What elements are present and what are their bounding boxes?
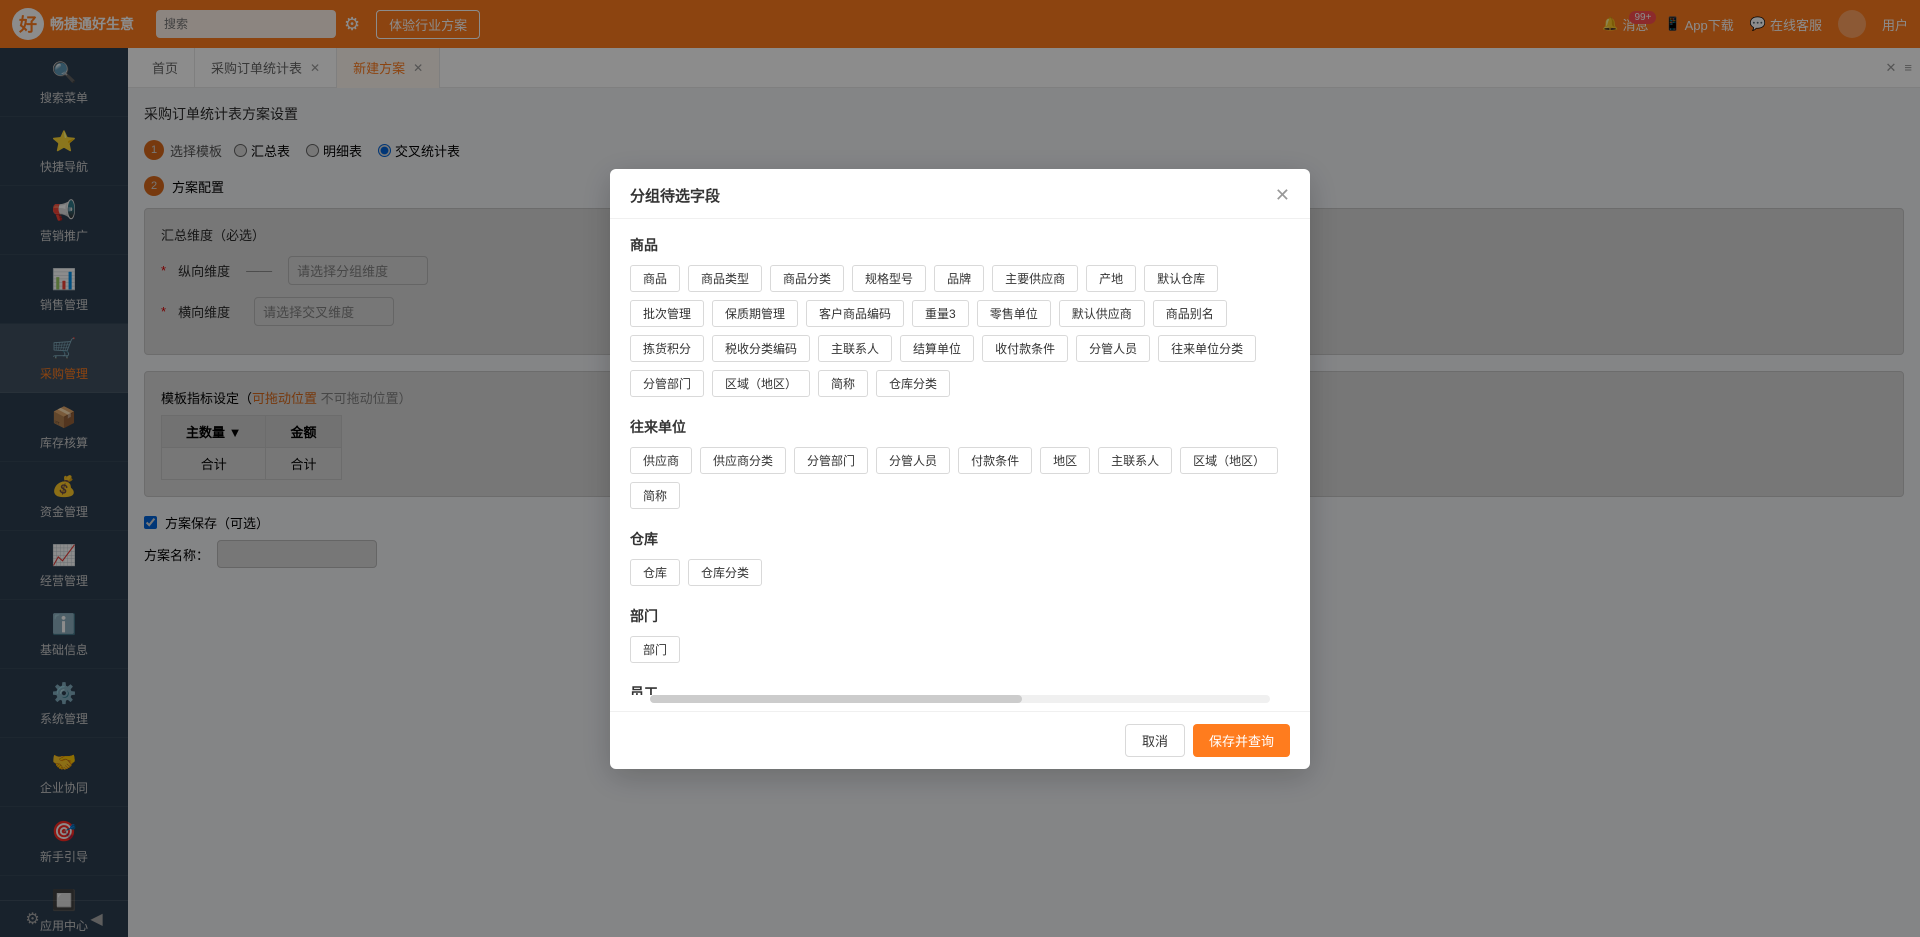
field-tag-0-10[interactable]: 客户商品编码 bbox=[806, 300, 904, 327]
field-tag-0-6[interactable]: 产地 bbox=[1086, 265, 1136, 292]
field-group-title-4: 员工 bbox=[630, 683, 1290, 695]
field-tags-1: 供应商供应商分类分管部门分管人员付款条件地区主联系人区域（地区） 简称 bbox=[630, 447, 1290, 509]
dialog-title: 分组待选字段 bbox=[630, 185, 720, 206]
field-tag-1-0[interactable]: 供应商 bbox=[630, 447, 692, 474]
field-tag-0-3[interactable]: 规格型号 bbox=[852, 265, 926, 292]
field-tag-0-4[interactable]: 品牌 bbox=[934, 265, 984, 292]
field-tag-0-1[interactable]: 商品类型 bbox=[688, 265, 762, 292]
field-tag-0-17[interactable]: 主联系人 bbox=[818, 335, 892, 362]
field-group-0: 商品商品商品类型商品分类规格型号品牌主要供应商产地默认仓库批次管理保质期管理客户… bbox=[630, 235, 1290, 397]
field-tag-2-1[interactable]: 仓库分类 bbox=[688, 559, 762, 586]
dialog-header: 分组待选字段 ✕ bbox=[610, 169, 1310, 219]
field-tag-0-22[interactable]: 分管部门 bbox=[630, 370, 704, 397]
field-tags-0: 商品商品类型商品分类规格型号品牌主要供应商产地默认仓库批次管理保质期管理客户商品… bbox=[630, 265, 1290, 397]
field-tag-0-14[interactable]: 商品别名 bbox=[1153, 300, 1227, 327]
confirm-button[interactable]: 保存并查询 bbox=[1193, 724, 1290, 757]
field-tag-1-3[interactable]: 分管人员 bbox=[876, 447, 950, 474]
field-tag-1-1[interactable]: 供应商分类 bbox=[700, 447, 786, 474]
dialog-body: 商品商品商品类型商品分类规格型号品牌主要供应商产地默认仓库批次管理保质期管理客户… bbox=[610, 219, 1310, 695]
field-tag-0-21[interactable]: 往来单位分类 bbox=[1158, 335, 1256, 362]
horizontal-scrollbar[interactable] bbox=[650, 695, 1270, 703]
field-tag-3-0[interactable]: 部门 bbox=[630, 636, 680, 663]
field-tags-3: 部门 bbox=[630, 636, 1290, 663]
field-group-2: 仓库仓库仓库分类 bbox=[630, 529, 1290, 586]
scrollbar-thumb bbox=[650, 695, 1022, 703]
field-tag-2-0[interactable]: 仓库 bbox=[630, 559, 680, 586]
field-tag-0-5[interactable]: 主要供应商 bbox=[992, 265, 1078, 292]
field-tag-0-13[interactable]: 默认供应商 bbox=[1059, 300, 1145, 327]
field-tag-0-0[interactable]: 商品 bbox=[630, 265, 680, 292]
field-tag-0-2[interactable]: 商品分类 bbox=[770, 265, 844, 292]
field-tag-0-8[interactable]: 批次管理 bbox=[630, 300, 704, 327]
field-group-4: 员工业务员 bbox=[630, 683, 1290, 695]
dialog-close-btn[interactable]: ✕ bbox=[1275, 185, 1290, 206]
field-group-title-3: 部门 bbox=[630, 606, 1290, 626]
field-group-1: 往来单位供应商供应商分类分管部门分管人员付款条件地区主联系人区域（地区） 简称 bbox=[630, 417, 1290, 509]
field-tag-1-4[interactable]: 付款条件 bbox=[958, 447, 1032, 474]
field-tag-0-16[interactable]: 税收分类编码 bbox=[712, 335, 810, 362]
field-tag-0-19[interactable]: 收付款条件 bbox=[982, 335, 1068, 362]
field-group-title-2: 仓库 bbox=[630, 529, 1290, 549]
dialog-footer: 取消 保存并查询 bbox=[610, 711, 1310, 769]
field-tag-1-2[interactable]: 分管部门 bbox=[794, 447, 868, 474]
field-tag-0-23[interactable]: 区域（地区） bbox=[712, 370, 810, 397]
field-tag-0-24[interactable]: 简称 bbox=[818, 370, 868, 397]
cancel-button[interactable]: 取消 bbox=[1125, 724, 1185, 757]
field-tag-0-11[interactable]: 重量3 bbox=[912, 300, 969, 327]
field-tag-0-7[interactable]: 默认仓库 bbox=[1144, 265, 1218, 292]
field-tag-1-5[interactable]: 地区 bbox=[1040, 447, 1090, 474]
dialog: 分组待选字段 ✕ 商品商品商品类型商品分类规格型号品牌主要供应商产地默认仓库批次… bbox=[610, 169, 1310, 769]
field-group-title-1: 往来单位 bbox=[630, 417, 1290, 437]
field-tag-0-15[interactable]: 拣货积分 bbox=[630, 335, 704, 362]
dialog-overlay: 分组待选字段 ✕ 商品商品商品类型商品分类规格型号品牌主要供应商产地默认仓库批次… bbox=[0, 0, 1920, 937]
field-tags-2: 仓库仓库分类 bbox=[630, 559, 1290, 586]
field-group-title-0: 商品 bbox=[630, 235, 1290, 255]
field-tag-1-6[interactable]: 主联系人 bbox=[1098, 447, 1172, 474]
field-group-3: 部门部门 bbox=[630, 606, 1290, 663]
field-tag-0-12[interactable]: 零售单位 bbox=[977, 300, 1051, 327]
field-tag-1-7[interactable]: 区域（地区） bbox=[1180, 447, 1278, 474]
field-tag-0-9[interactable]: 保质期管理 bbox=[712, 300, 798, 327]
field-tag-1-8[interactable]: 简称 bbox=[630, 482, 680, 509]
field-tag-0-25[interactable]: 仓库分类 bbox=[876, 370, 950, 397]
horizontal-scroll-area bbox=[610, 695, 1310, 711]
field-tag-0-20[interactable]: 分管人员 bbox=[1076, 335, 1150, 362]
field-tag-0-18[interactable]: 结算单位 bbox=[900, 335, 974, 362]
